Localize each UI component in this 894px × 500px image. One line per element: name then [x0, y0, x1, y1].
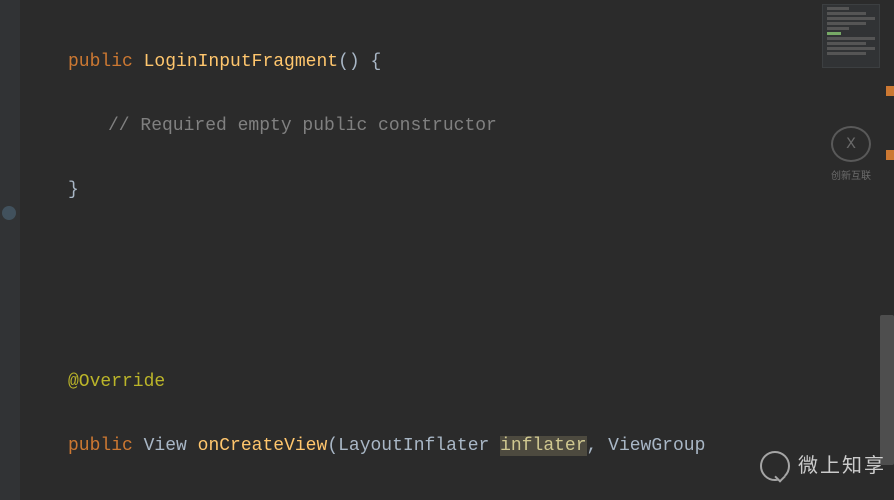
- watermark-logo-cx: X 创新互联: [814, 128, 888, 192]
- minimap-line: [827, 22, 866, 25]
- annotation-override: @Override: [68, 372, 165, 392]
- minimap-line: [827, 42, 866, 45]
- override-gutter-icon[interactable]: [2, 206, 16, 220]
- code-editor[interactable]: public LoginInputFragment() { // Require…: [0, 0, 894, 500]
- minimap-line: [827, 17, 875, 20]
- keyword-public: public: [68, 436, 133, 456]
- constructor-name: LoginInputFragment: [144, 52, 338, 72]
- blank-line: [28, 238, 894, 270]
- change-marker: [886, 86, 894, 96]
- keyword-public: public: [68, 52, 133, 72]
- minimap-line: [827, 7, 849, 10]
- code-line: @Override: [28, 366, 894, 398]
- wechat-icon: [760, 451, 790, 481]
- highlighted-param-inflater: inflater: [500, 436, 586, 456]
- scrollbar-thumb[interactable]: [880, 315, 894, 465]
- watermark-text: 微上知享: [798, 450, 886, 482]
- minimap[interactable]: [822, 4, 880, 68]
- minimap-line: [827, 52, 866, 55]
- code-line: Bundle savedInstanceState) {: [28, 494, 894, 500]
- blank-line: [28, 302, 894, 334]
- watermark-wechat: 微上知享: [760, 450, 886, 482]
- watermark-logo-symbol: X: [831, 126, 871, 162]
- comment: // Required empty public constructor: [108, 116, 497, 136]
- code-line: // Required empty public constructor: [28, 110, 894, 142]
- gutter: [0, 0, 20, 500]
- code-line: public LoginInputFragment() {: [28, 46, 894, 78]
- minimap-line: [827, 32, 841, 35]
- minimap-line: [827, 27, 849, 30]
- minimap-line: [827, 37, 875, 40]
- code-line: }: [28, 174, 894, 206]
- minimap-line: [827, 12, 866, 15]
- minimap-line: [827, 47, 875, 50]
- watermark-logo-text: 创新互联: [831, 162, 871, 194]
- method-name: onCreateView: [198, 436, 328, 456]
